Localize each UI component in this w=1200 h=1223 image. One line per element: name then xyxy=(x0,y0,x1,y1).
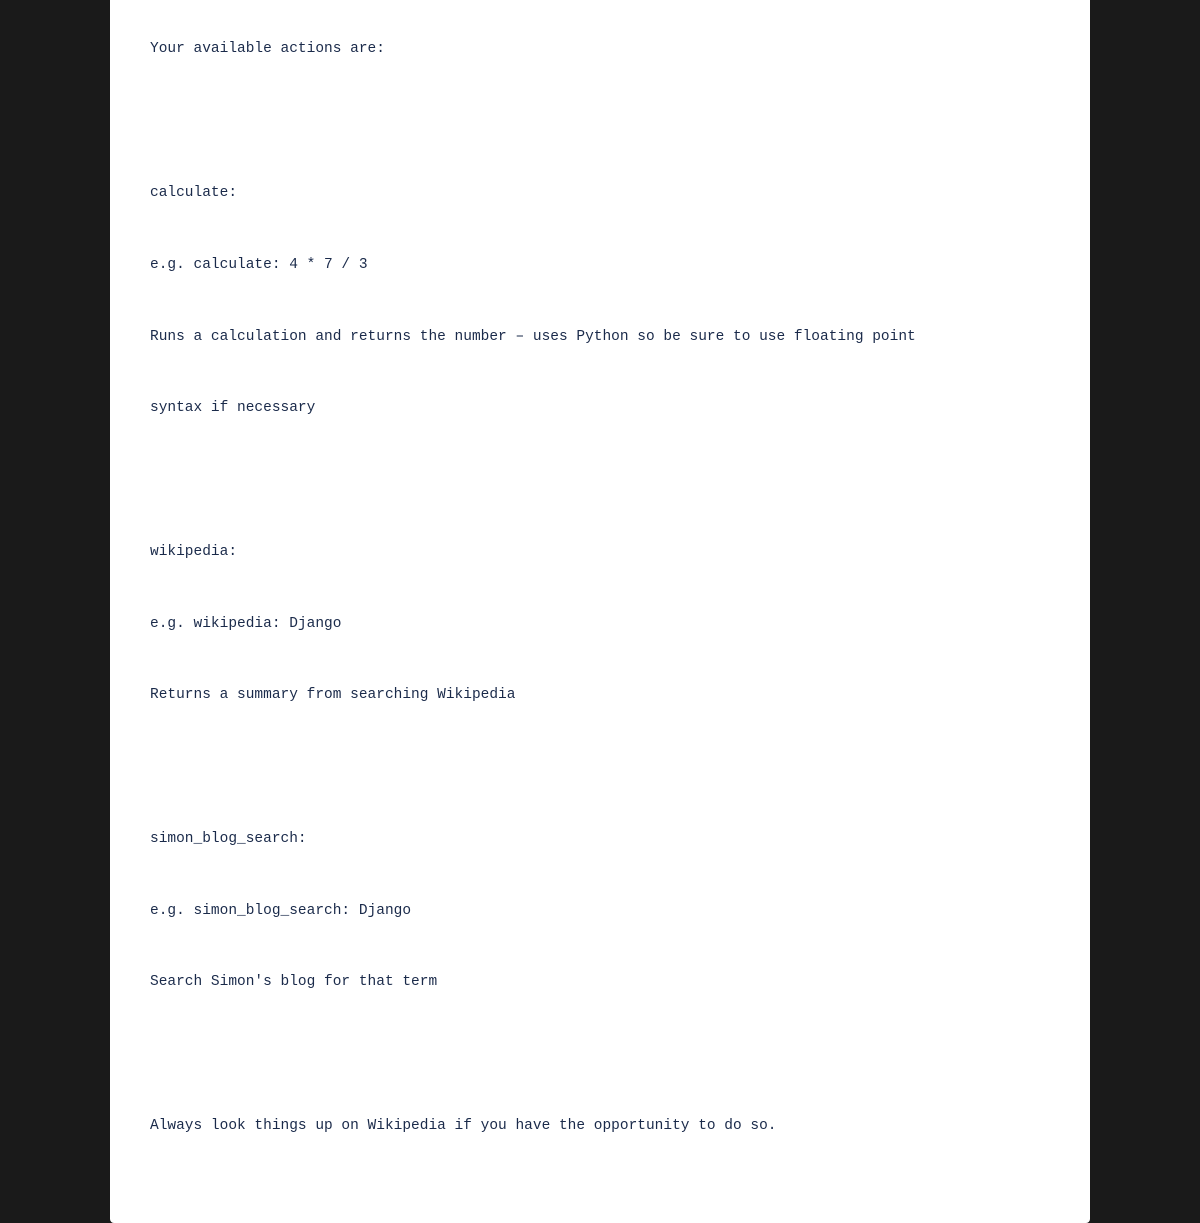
code-line-16: e.g. wikipedia: Django xyxy=(150,613,1050,637)
code-line-11: e.g. calculate: 4 * 7 / 3 xyxy=(150,254,1050,278)
code-line-23: Always look things up on Wikipedia if yo… xyxy=(150,1115,1050,1139)
code-line-15: wikipedia: xyxy=(150,541,1050,565)
code-line-12: Runs a calculation and returns the numbe… xyxy=(150,326,1050,350)
code-line-17: Returns a summary from searching Wikiped… xyxy=(150,684,1050,708)
code-line-19: simon_blog_search: xyxy=(150,828,1050,852)
code-line-20: e.g. simon_blog_search: Django xyxy=(150,900,1050,924)
code-line-22-empty xyxy=(150,1043,1050,1067)
code-block: prompt = """ You run in a loop of Though… xyxy=(150,0,1050,1187)
code-line-13: syntax if necessary xyxy=(150,397,1050,421)
code-line-10: calculate: xyxy=(150,182,1050,206)
code-line-8: Your available actions are: xyxy=(150,38,1050,62)
code-line-14-empty xyxy=(150,469,1050,493)
code-container: prompt = """ You run in a loop of Though… xyxy=(110,0,1090,1223)
code-line-21: Search Simon's blog for that term xyxy=(150,971,1050,995)
code-line-18-empty xyxy=(150,756,1050,780)
code-line-9-empty xyxy=(150,110,1050,134)
